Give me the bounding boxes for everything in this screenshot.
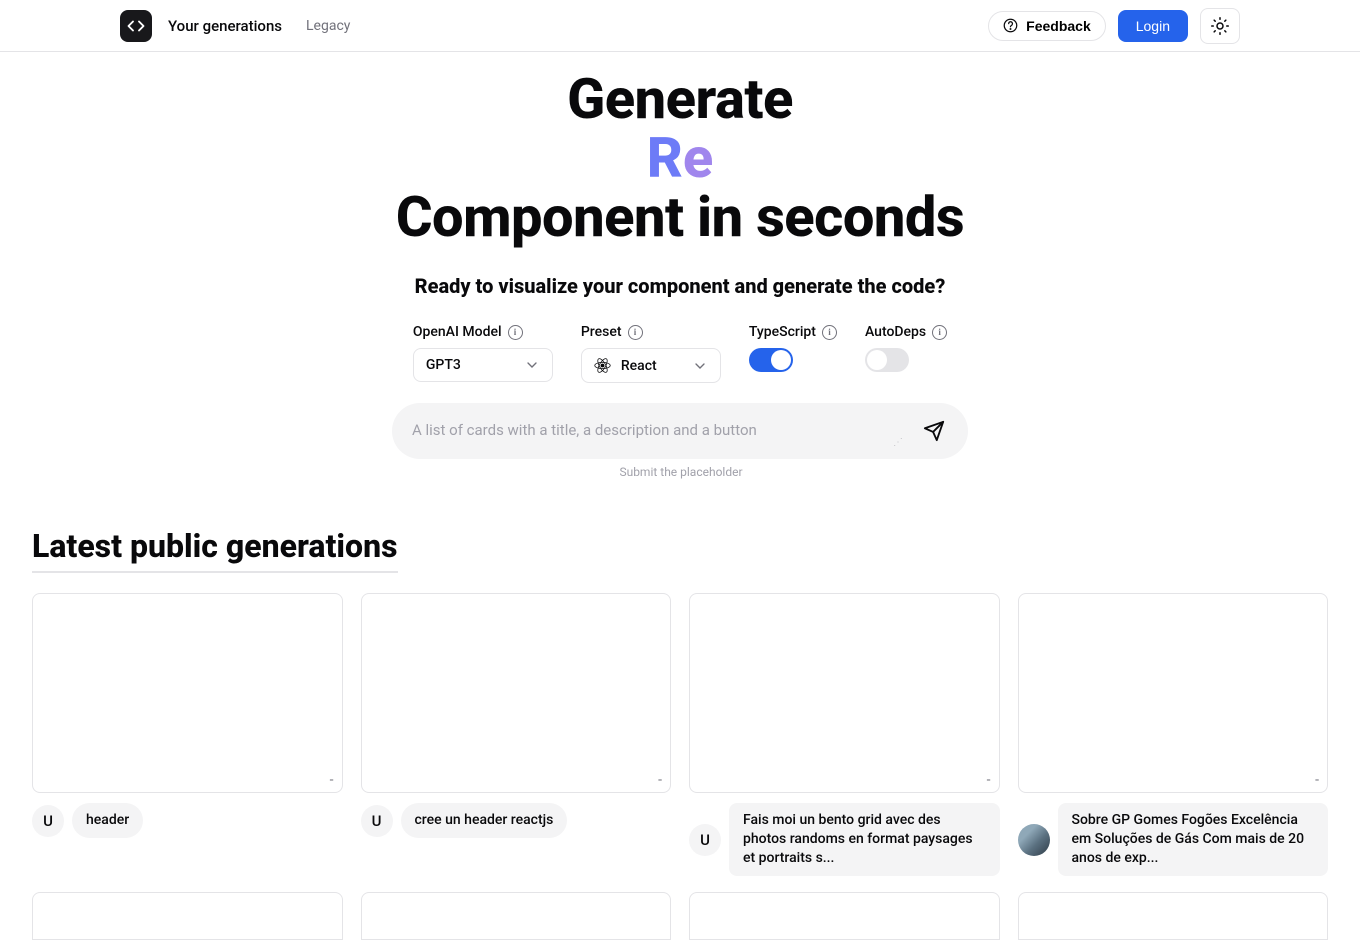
generation-card: - U Fais moi un bento grid avec des phot… <box>689 593 1000 876</box>
info-icon[interactable]: i <box>932 325 947 340</box>
preset-label-row: Preset i <box>581 324 721 340</box>
card-placeholder-dash: - <box>330 772 334 788</box>
app-logo[interactable] <box>120 10 152 42</box>
autodeps-toggle[interactable] <box>865 348 909 372</box>
nav-right: Feedback Login <box>988 8 1240 44</box>
prompt-hint[interactable]: Submit the placeholder <box>394 465 968 479</box>
info-icon[interactable]: i <box>628 325 643 340</box>
typescript-toggle[interactable] <box>749 348 793 372</box>
preset-group: Preset i React <box>581 324 721 383</box>
nav-your-generations[interactable]: Your generations <box>160 11 290 41</box>
card-prompt-badge[interactable]: Fais moi un bento grid avec des photos r… <box>729 803 1000 876</box>
avatar[interactable] <box>1018 824 1050 856</box>
autodeps-label-row: AutoDeps i <box>865 324 947 340</box>
top-nav: Your generations Legacy Feedback Login <box>0 0 1360 52</box>
nav-legacy[interactable]: Legacy <box>298 12 358 40</box>
model-value: GPT3 <box>426 357 461 373</box>
sun-icon <box>1211 17 1229 35</box>
autodeps-group: AutoDeps i <box>865 324 947 372</box>
card-meta: U header <box>32 803 343 838</box>
hero-subtitle: Ready to visualize your component and ge… <box>0 274 1360 298</box>
card-preview[interactable] <box>689 892 1000 940</box>
generation-card: - U cree un header reactjs <box>361 593 672 876</box>
card-preview[interactable]: - <box>32 593 343 793</box>
toggle-knob <box>867 350 887 370</box>
nav-left: Your generations Legacy <box>120 10 358 42</box>
card-preview[interactable] <box>32 892 343 940</box>
card-prompt-badge[interactable]: cree un header reactjs <box>401 803 568 838</box>
feedback-label: Feedback <box>1026 18 1091 34</box>
preset-select[interactable]: React <box>581 348 721 383</box>
card-preview[interactable]: - <box>1018 593 1329 793</box>
card-preview[interactable] <box>361 892 672 940</box>
card-placeholder-dash: - <box>987 772 991 788</box>
preset-label: Preset <box>581 324 622 340</box>
info-icon[interactable]: i <box>508 325 523 340</box>
model-select[interactable]: GPT3 <box>413 348 553 382</box>
model-label-row: OpenAI Model i <box>413 324 553 340</box>
prompt-box: ⋰ <box>392 403 968 459</box>
card-preview[interactable] <box>1018 892 1329 940</box>
card-prompt-badge[interactable]: Sobre GP Gomes Fogões Excelência em Solu… <box>1058 803 1329 876</box>
chevron-down-icon <box>692 358 708 374</box>
model-label: OpenAI Model <box>413 324 502 340</box>
react-icon <box>594 357 611 374</box>
login-button[interactable]: Login <box>1118 10 1188 42</box>
card-meta: U cree un header reactjs <box>361 803 672 838</box>
submit-button[interactable] <box>914 411 954 451</box>
info-icon[interactable]: i <box>822 325 837 340</box>
model-group: OpenAI Model i GPT3 <box>413 324 553 382</box>
typescript-label-row: TypeScript i <box>749 324 837 340</box>
cards-grid-row-2 <box>32 892 1328 940</box>
help-icon <box>1003 18 1018 33</box>
typescript-group: TypeScript i <box>749 324 837 372</box>
latest-section: Latest public generations - U header - U… <box>0 527 1360 940</box>
preset-value: React <box>621 358 657 374</box>
card-preview[interactable]: - <box>689 593 1000 793</box>
controls-row: OpenAI Model i GPT3 Preset i React <box>0 324 1360 383</box>
typescript-label: TypeScript <box>749 324 816 340</box>
hero-line-3: Component in seconds <box>0 188 1360 247</box>
generation-card: - Sobre GP Gomes Fogões Excelência em So… <box>1018 593 1329 876</box>
prompt-wrap: ⋰ Submit the placeholder <box>392 403 968 479</box>
generation-card <box>361 892 672 940</box>
generation-card <box>1018 892 1329 940</box>
chevron-down-icon <box>524 357 540 373</box>
card-prompt-badge[interactable]: header <box>72 803 143 838</box>
avatar[interactable]: U <box>32 805 64 837</box>
generation-card: - U header <box>32 593 343 876</box>
card-meta: U Fais moi un bento grid avec des photos… <box>689 803 1000 876</box>
section-title: Latest public generations <box>32 527 398 573</box>
hero: Generate Re Component in seconds Ready t… <box>0 52 1360 479</box>
avatar[interactable]: U <box>689 824 721 856</box>
generation-card <box>689 892 1000 940</box>
cards-grid: - U header - U cree un header reactjs - … <box>32 593 1328 876</box>
toggle-knob <box>771 350 791 370</box>
generation-card <box>32 892 343 940</box>
card-preview[interactable]: - <box>361 593 672 793</box>
feedback-button[interactable]: Feedback <box>988 11 1106 41</box>
theme-toggle-button[interactable] <box>1200 8 1240 44</box>
autodeps-label: AutoDeps <box>865 324 926 340</box>
hero-line-1: Generate <box>0 70 1360 129</box>
hero-animated-word: Re <box>0 129 1360 188</box>
animated-char-2: e <box>683 125 713 191</box>
resize-handle-icon[interactable]: ⋰ <box>893 437 900 448</box>
card-meta: Sobre GP Gomes Fogões Excelência em Solu… <box>1018 803 1329 876</box>
prompt-input[interactable] <box>412 413 883 449</box>
animated-char-1: R <box>647 125 683 191</box>
send-icon <box>923 420 945 442</box>
code-icon <box>127 17 145 35</box>
card-placeholder-dash: - <box>1315 772 1319 788</box>
card-placeholder-dash: - <box>658 772 662 788</box>
avatar[interactable]: U <box>361 805 393 837</box>
